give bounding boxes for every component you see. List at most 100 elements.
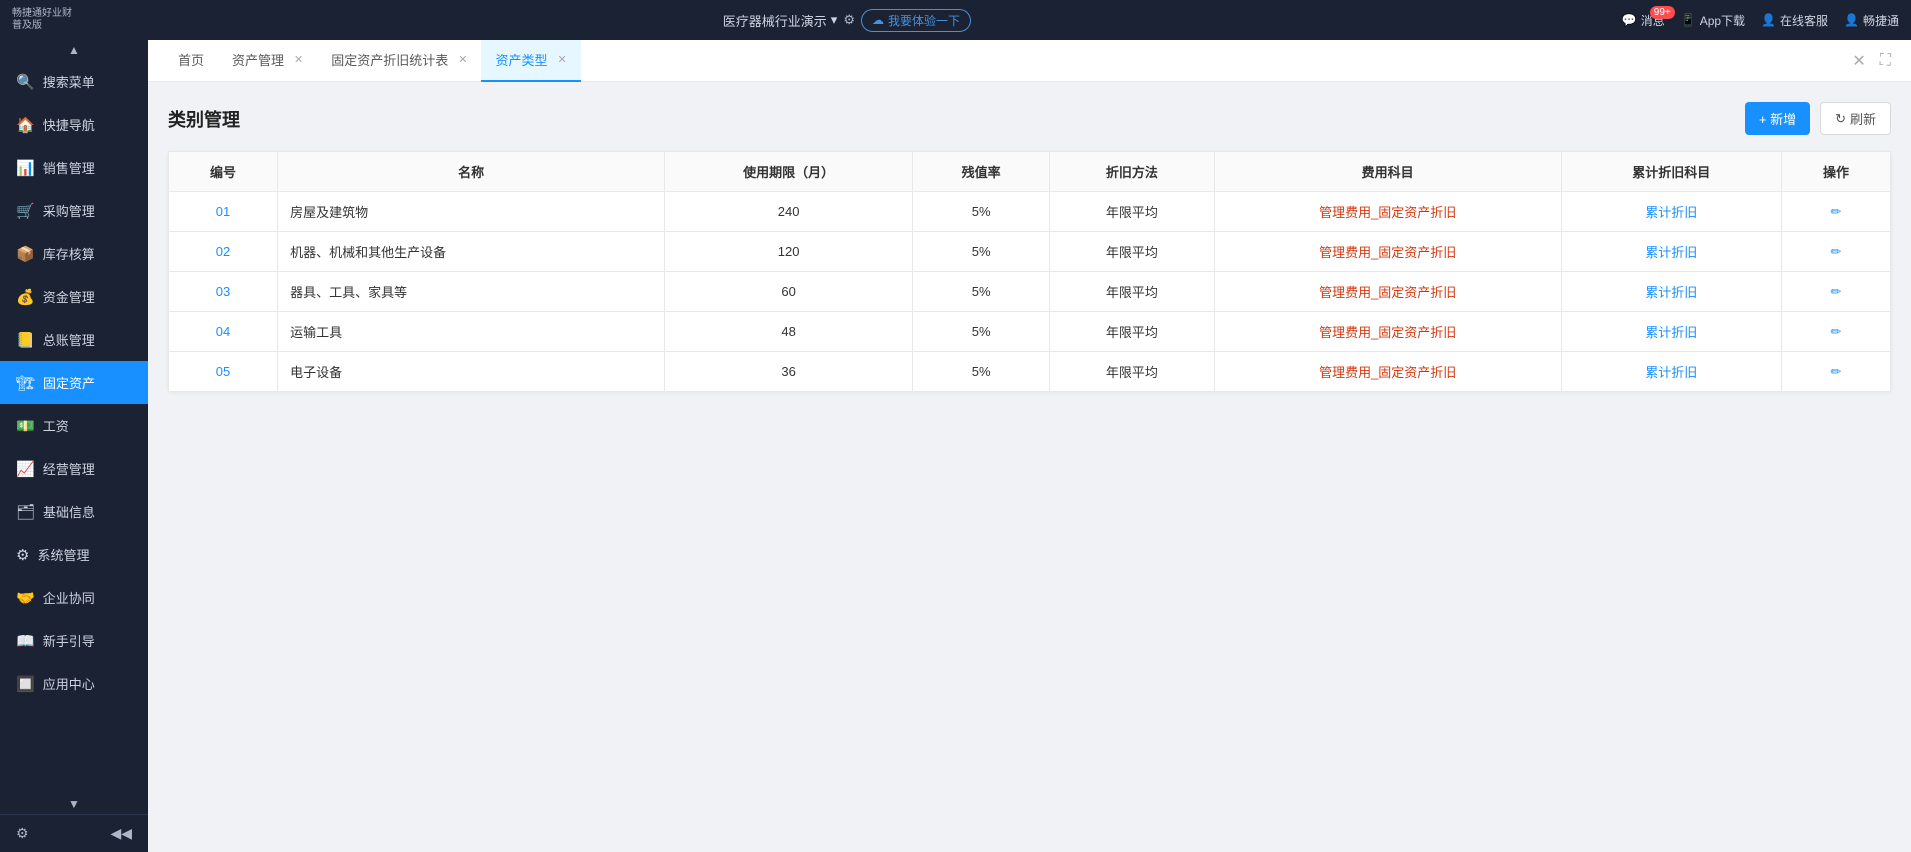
purchase-icon: 🛒: [16, 202, 35, 220]
sidebar-label-sysmanage: 系统管理: [37, 545, 89, 564]
cell-accum-0: 累计折旧: [1561, 192, 1781, 232]
messages-button[interactable]: 💬 消息 99+: [1622, 12, 1665, 29]
inventory-icon: 📦: [16, 245, 35, 263]
refresh-icon: ↻: [1835, 111, 1846, 127]
sidebar-item-payroll[interactable]: 💵 工资: [0, 404, 148, 447]
sidebar-item-sysmanage[interactable]: ⚙ 系统管理: [0, 533, 148, 576]
edit-button-1[interactable]: ✏: [1781, 232, 1890, 272]
tab-home-label: 首页: [178, 50, 204, 69]
cell-name-3: 运输工具: [278, 312, 665, 352]
sidebar-item-quicknav[interactable]: 🏠 快捷导航: [0, 103, 148, 146]
cell-expense-2: 管理费用_固定资产折旧: [1214, 272, 1561, 312]
user-profile-button[interactable]: 👤 畅捷通: [1844, 12, 1899, 29]
tab-depreciation-close[interactable]: ✕: [458, 53, 467, 66]
company-dropdown[interactable]: 医疗器械行业演示 ▾: [723, 11, 838, 30]
new-button[interactable]: + 新增: [1745, 102, 1810, 135]
tab-depreciation[interactable]: 固定资产折旧统计表 ✕: [317, 40, 481, 82]
sidebar-label-ledger: 总账管理: [43, 330, 95, 349]
cell-name-0: 房屋及建筑物: [278, 192, 665, 232]
home-icon: 🏠: [16, 116, 35, 134]
sidebar-item-capital[interactable]: 💰 资金管理: [0, 275, 148, 318]
col-residual: 残值率: [913, 152, 1050, 192]
tab-close-button[interactable]: ✕: [1848, 47, 1869, 75]
cell-residual-1: 5%: [913, 232, 1050, 272]
cell-period-1: 120: [665, 232, 913, 272]
payroll-icon: 💵: [16, 417, 35, 435]
tab-assettype-close[interactable]: ✕: [558, 53, 567, 66]
cell-name-1: 机器、机械和其他生产设备: [278, 232, 665, 272]
refresh-button[interactable]: ↻ 刷新: [1820, 102, 1891, 135]
sidebar-item-guide[interactable]: 📖 新手引导: [0, 619, 148, 662]
sidebar-item-ledger[interactable]: 📒 总账管理: [0, 318, 148, 361]
table-row: 05 电子设备 36 5% 年限平均 管理费用_固定资产折旧 累计折旧 ✏: [169, 352, 1891, 392]
cell-period-0: 240: [665, 192, 913, 232]
edit-button-2[interactable]: ✏: [1781, 272, 1890, 312]
app-logo: 畅捷通好业财 普及版: [12, 8, 72, 32]
edit-button-3[interactable]: ✏: [1781, 312, 1890, 352]
cell-expense-0: 管理费用_固定资产折旧: [1214, 192, 1561, 232]
cell-expense-1: 管理费用_固定资产折旧: [1214, 232, 1561, 272]
tab-assettype[interactable]: 资产类型 ✕: [481, 40, 580, 82]
edit-button-0[interactable]: ✏: [1781, 192, 1890, 232]
sidebar-collapse-icon[interactable]: ◀◀: [110, 825, 132, 842]
cell-accum-2: 累计折旧: [1561, 272, 1781, 312]
tabbar: 首页 资产管理 ✕ 固定资产折旧统计表 ✕ 资产类型 ✕ ✕ ⛶: [148, 40, 1911, 82]
sidebar-item-basicinfo[interactable]: 🗂 基础信息: [0, 490, 148, 533]
messages-badge: 99+: [1650, 6, 1675, 19]
refresh-label: 刷新: [1850, 109, 1876, 128]
cell-period-3: 48: [665, 312, 913, 352]
cloud-icon: ☁: [872, 13, 884, 27]
try-label: 我要体验一下: [888, 12, 960, 29]
tab-assettype-label: 资产类型: [495, 50, 547, 69]
tab-assetmgmt-close[interactable]: ✕: [294, 53, 303, 66]
sidebar-label-payroll: 工资: [43, 416, 69, 435]
company-name: 医疗器械行业演示: [723, 11, 827, 30]
sidebar-item-search[interactable]: 🔍 搜索菜单: [0, 60, 148, 103]
edit-button-4[interactable]: ✏: [1781, 352, 1890, 392]
cell-name-2: 器具、工具、家具等: [278, 272, 665, 312]
cell-code-1: 02: [169, 232, 278, 272]
cell-expense-4: 管理费用_固定资产折旧: [1214, 352, 1561, 392]
page-title: 类别管理: [168, 106, 240, 132]
fixedassets-icon: 🏗: [16, 374, 35, 392]
app-download-button[interactable]: 📱 App下载: [1681, 12, 1745, 29]
tab-assetmgmt-label: 资产管理: [232, 50, 284, 69]
sidebar-item-appcenter[interactable]: 🔲 应用中心: [0, 662, 148, 705]
tab-home[interactable]: 首页: [164, 40, 218, 82]
tab-expand-button[interactable]: ⛶: [1876, 48, 1895, 74]
cell-expense-3: 管理费用_固定资产折旧: [1214, 312, 1561, 352]
cell-period-4: 36: [665, 352, 913, 392]
sidebar-item-cooperation[interactable]: 🤝 企业协同: [0, 576, 148, 619]
sidebar-label-operations: 经营管理: [43, 459, 95, 478]
cell-residual-3: 5%: [913, 312, 1050, 352]
topbar-settings-icon[interactable]: ⚙: [843, 12, 855, 28]
user-label: 畅捷通: [1863, 12, 1899, 29]
sidebar-scroll-down[interactable]: ▼: [0, 794, 148, 814]
sales-icon: 📊: [16, 159, 35, 177]
basicinfo-icon: 🗂: [16, 503, 35, 521]
sidebar-label-cooperation: 企业协同: [43, 588, 95, 607]
cell-method-1: 年限平均: [1050, 232, 1215, 272]
cell-code-2: 03: [169, 272, 278, 312]
app-download-label: App下载: [1700, 12, 1745, 29]
try-button[interactable]: ☁ 我要体验一下: [861, 9, 971, 32]
online-service-button[interactable]: 👤 在线客服: [1761, 12, 1828, 29]
topbar: 畅捷通好业财 普及版 医疗器械行业演示 ▾ ⚙ ☁ 我要体验一下 💬 消息 99…: [0, 0, 1911, 40]
sidebar-scroll-up[interactable]: ▲: [0, 40, 148, 60]
tab-assetmgmt[interactable]: 资产管理 ✕: [218, 40, 317, 82]
sidebar-label-quicknav: 快捷导航: [43, 115, 95, 134]
sidebar-item-purchase[interactable]: 🛒 采购管理: [0, 189, 148, 232]
sidebar-label-inventory: 库存核算: [43, 244, 95, 263]
sidebar-item-inventory[interactable]: 📦 库存核算: [0, 232, 148, 275]
sidebar-label-capital: 资金管理: [43, 287, 95, 306]
ledger-icon: 📒: [16, 331, 35, 349]
sidebar-item-fixedassets[interactable]: 🏗 固定资产: [0, 361, 148, 404]
sidebar-settings-icon[interactable]: ⚙: [16, 825, 29, 842]
app-edition: 普及版: [12, 20, 72, 32]
sidebar-item-operations[interactable]: 📈 经营管理: [0, 447, 148, 490]
sidebar-item-sales[interactable]: 📊 销售管理: [0, 146, 148, 189]
table-row: 04 运输工具 48 5% 年限平均 管理费用_固定资产折旧 累计折旧 ✏: [169, 312, 1891, 352]
app-download-icon: 📱: [1681, 13, 1696, 27]
guide-icon: 📖: [16, 632, 35, 650]
col-method: 折旧方法: [1050, 152, 1215, 192]
